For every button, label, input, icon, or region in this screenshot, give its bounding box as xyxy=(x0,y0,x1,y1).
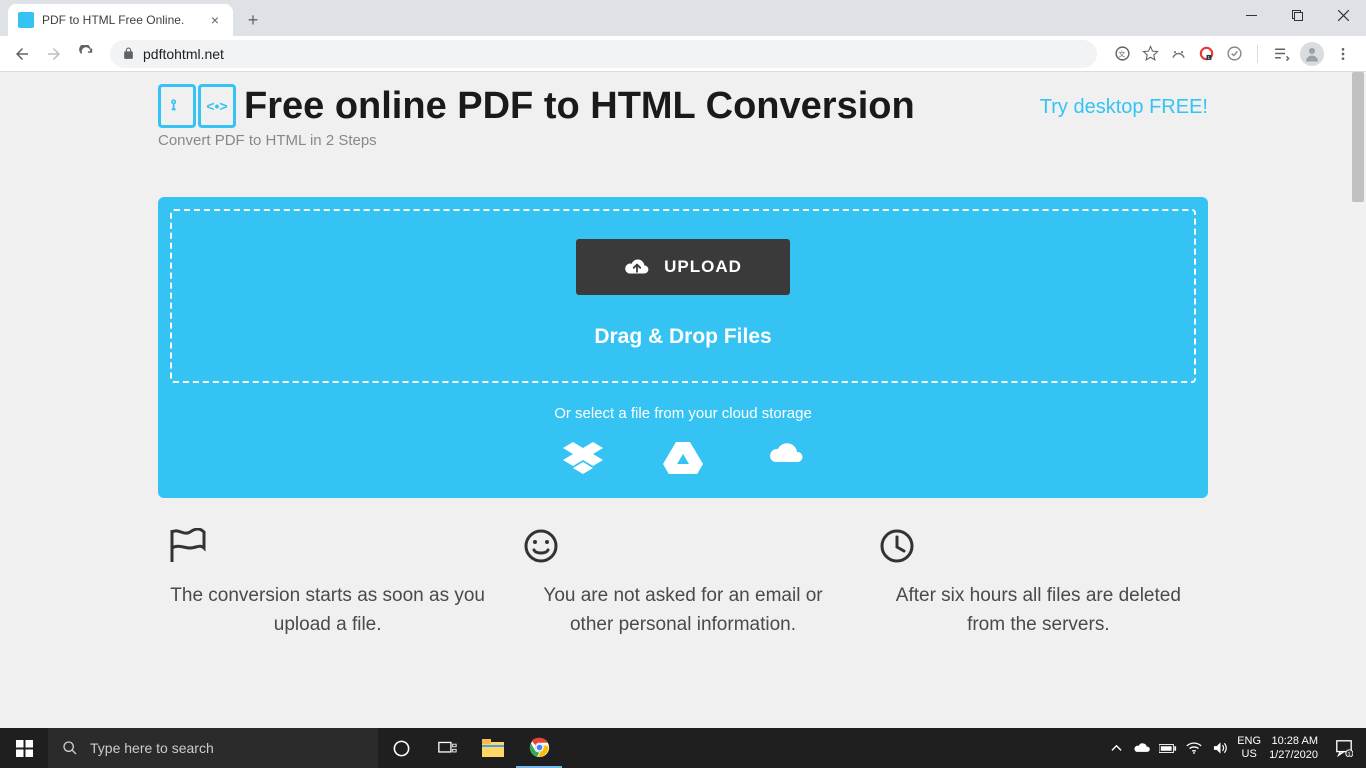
google-drive-icon[interactable] xyxy=(663,440,703,474)
task-view-button[interactable] xyxy=(424,728,470,768)
tab-close-button[interactable]: × xyxy=(207,12,223,28)
translate-icon[interactable]: 文 xyxy=(1113,45,1131,63)
smile-icon xyxy=(523,528,842,564)
window-controls xyxy=(1228,0,1366,30)
feature-fast: The conversion starts as soon as you upl… xyxy=(168,528,487,639)
file-explorer-button[interactable] xyxy=(470,728,516,768)
feature-text: The conversion starts as soon as you upl… xyxy=(168,582,487,639)
url-text: pdftohtml.net xyxy=(143,46,224,62)
taskbar-search[interactable]: Type here to search xyxy=(48,728,378,768)
lock-icon xyxy=(122,47,135,60)
start-button[interactable] xyxy=(0,728,48,768)
search-placeholder: Type here to search xyxy=(90,740,214,756)
browser-tab[interactable]: PDF to HTML Free Online. × xyxy=(8,4,233,36)
reload-button[interactable] xyxy=(72,40,100,68)
upload-button[interactable]: UPLOAD xyxy=(576,239,790,295)
cloud-storage-text: Or select a file from your cloud storage xyxy=(170,405,1196,422)
extension-icon-2[interactable]: 1 xyxy=(1197,45,1215,63)
windows-taskbar: Type here to search ENGUS 10:28 AM1/27/2… xyxy=(0,728,1366,768)
clock[interactable]: 10:28 AM1/27/2020 xyxy=(1269,734,1318,763)
feature-text: You are not asked for an email or other … xyxy=(523,582,842,639)
feature-delete: After six hours all files are deleted fr… xyxy=(879,528,1198,639)
window-maximize-button[interactable] xyxy=(1274,0,1320,30)
browser-toolbar: pdftohtml.net 文 1 xyxy=(0,36,1366,72)
page-viewport: <•> Free online PDF to HTML Conversion C… xyxy=(0,72,1366,728)
svg-text:文: 文 xyxy=(1118,49,1125,58)
cloud-upload-icon xyxy=(624,257,650,277)
language-indicator[interactable]: ENGUS xyxy=(1237,735,1261,761)
scroll-thumb[interactable] xyxy=(1352,72,1364,202)
extension-icons: 文 1 xyxy=(1107,42,1358,66)
page-title: Free online PDF to HTML Conversion xyxy=(244,85,915,128)
tray-overflow-icon[interactable] xyxy=(1107,739,1125,757)
features-row: The conversion starts as soon as you upl… xyxy=(158,528,1208,639)
battery-icon[interactable] xyxy=(1159,739,1177,757)
cortana-button[interactable] xyxy=(378,728,424,768)
tab-favicon xyxy=(18,12,34,28)
separator xyxy=(1257,45,1258,63)
window-close-button[interactable] xyxy=(1320,0,1366,30)
window-minimize-button[interactable] xyxy=(1228,0,1274,30)
feature-text: After six hours all files are deleted fr… xyxy=(879,582,1198,639)
page-subtitle: Convert PDF to HTML in 2 Steps xyxy=(158,132,915,149)
upload-panel: UPLOAD Drag & Drop Files Or select a fil… xyxy=(158,197,1208,498)
address-bar[interactable]: pdftohtml.net xyxy=(110,40,1097,68)
action-center-button[interactable]: 1 xyxy=(1326,728,1362,768)
extension-icon-1[interactable] xyxy=(1169,45,1187,63)
upload-button-label: UPLOAD xyxy=(664,257,742,277)
wifi-icon[interactable] xyxy=(1185,739,1203,757)
back-button[interactable] xyxy=(8,40,36,68)
chrome-menu-button[interactable] xyxy=(1334,45,1352,63)
dropbox-icon[interactable] xyxy=(563,440,603,474)
feature-privacy: You are not asked for an email or other … xyxy=(523,528,842,639)
chrome-button[interactable] xyxy=(516,728,562,768)
logo-pdf-icon xyxy=(158,84,196,128)
system-tray: ENGUS 10:28 AM1/27/2020 1 xyxy=(1103,728,1366,768)
profile-avatar[interactable] xyxy=(1300,42,1324,66)
star-icon[interactable] xyxy=(1141,45,1159,63)
forward-button[interactable] xyxy=(40,40,68,68)
search-icon xyxy=(62,740,78,756)
logo-html-icon: <•> xyxy=(198,84,236,128)
dropzone[interactable]: UPLOAD Drag & Drop Files xyxy=(170,209,1196,383)
tab-title: PDF to HTML Free Online. xyxy=(42,13,184,27)
scrollbar[interactable] xyxy=(1350,72,1366,728)
onedrive-tray-icon[interactable] xyxy=(1133,739,1151,757)
browser-titlebar: PDF to HTML Free Online. × + xyxy=(0,0,1366,36)
desktop-link[interactable]: Try desktop FREE! xyxy=(1040,96,1208,119)
drag-drop-text: Drag & Drop Files xyxy=(172,325,1194,349)
site-logo: <•> xyxy=(158,84,236,128)
new-tab-button[interactable]: + xyxy=(239,6,267,34)
reading-list-icon[interactable] xyxy=(1272,45,1290,63)
extension-icon-3[interactable] xyxy=(1225,45,1243,63)
onedrive-icon[interactable] xyxy=(763,440,803,474)
volume-icon[interactable] xyxy=(1211,739,1229,757)
flag-icon xyxy=(168,528,487,564)
svg-text:1: 1 xyxy=(1348,752,1351,757)
clock-icon xyxy=(879,528,1198,564)
